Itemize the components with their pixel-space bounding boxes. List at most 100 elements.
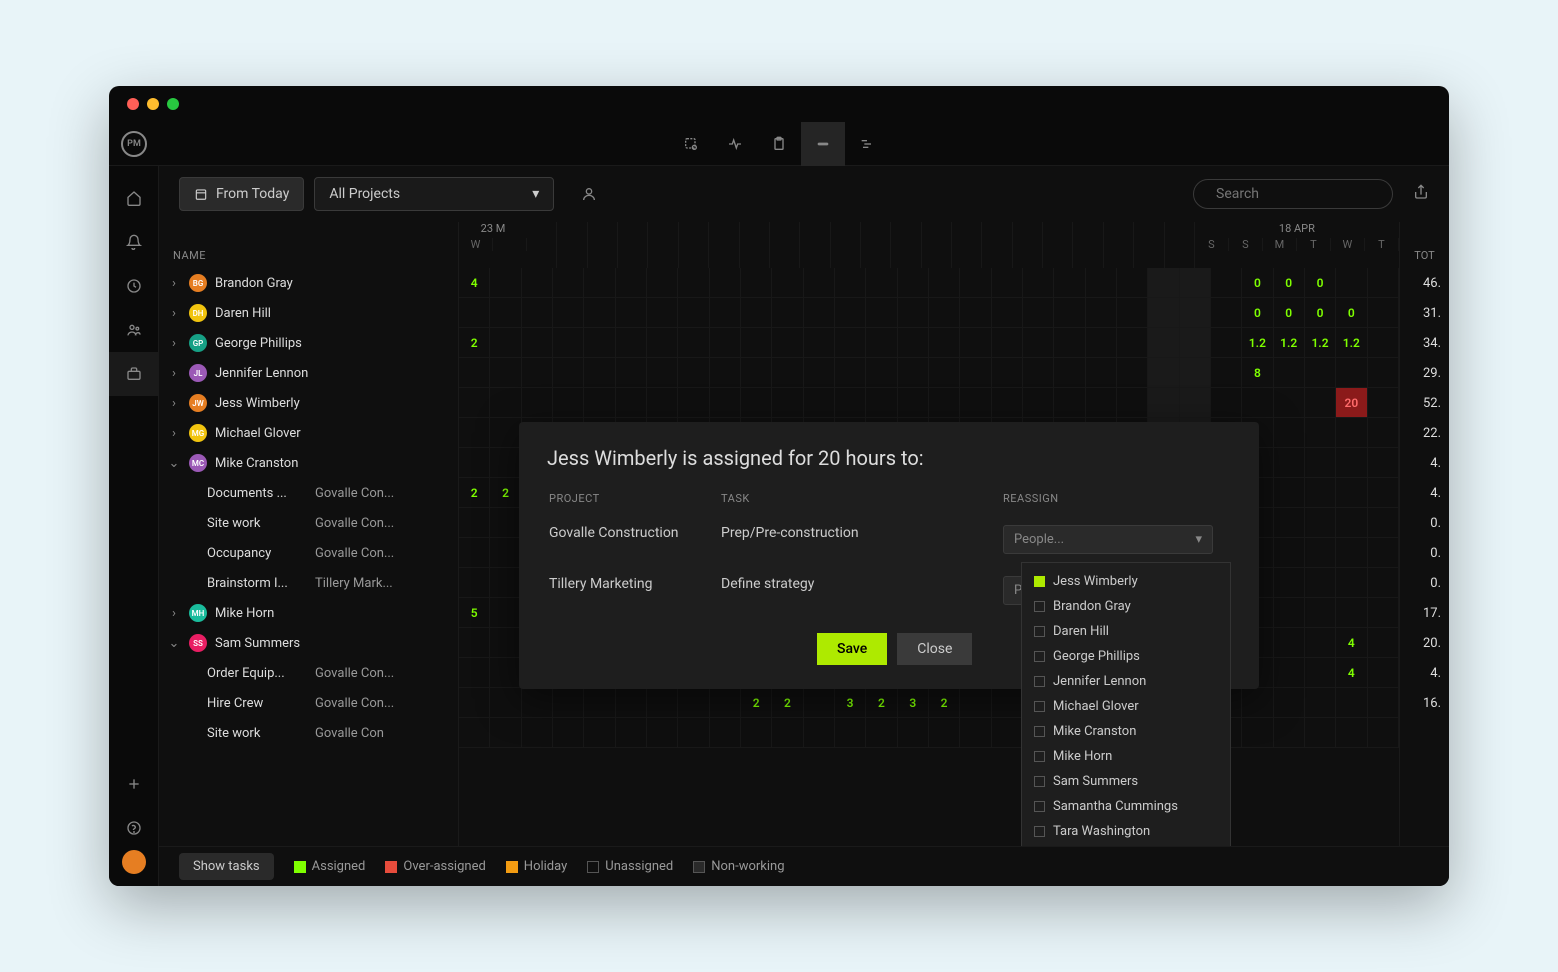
modal-task: Prep/Pre-construction (721, 515, 1001, 564)
person-name: Sam Summers (215, 636, 300, 651)
person-name: Daren Hill (215, 306, 271, 321)
modal-title: Jess Wimberly is assigned for 20 hours t… (547, 446, 1231, 470)
person-row[interactable]: ›GPGeorge Phillips (159, 328, 458, 358)
checkbox-icon (1034, 751, 1045, 762)
checkbox-icon (1034, 651, 1045, 662)
chevron-down-icon: ▾ (1195, 532, 1202, 547)
person-icon[interactable] (564, 172, 614, 216)
legend-over-assigned: Over-assigned (385, 859, 485, 874)
name-header: NAME (159, 222, 458, 268)
chevron-icon: ⌄ (167, 636, 181, 651)
top-toolbar: PM (109, 122, 1449, 166)
modal-project: Tillery Marketing (549, 566, 719, 615)
task-row[interactable]: Hire CrewGovalle Con... (159, 688, 458, 718)
view-toolbar: From Today All Projects ▾ (159, 166, 1449, 222)
chevron-icon: › (167, 366, 181, 381)
people-dropdown-menu: Jess WimberlyBrandon GrayDaren HillGeorg… (1021, 562, 1231, 846)
user-avatar[interactable] (122, 850, 146, 874)
people-option[interactable]: Mike Cranston (1022, 719, 1230, 744)
people-option[interactable]: Samantha Cummings (1022, 794, 1230, 819)
checkbox-icon (1034, 801, 1045, 812)
person-name: Jennifer Lennon (215, 366, 308, 381)
show-tasks-button[interactable]: Show tasks (179, 853, 274, 880)
task-row[interactable]: OccupancyGovalle Con... (159, 538, 458, 568)
home-icon[interactable] (109, 176, 159, 220)
person-row[interactable]: ›BGBrandon Gray (159, 268, 458, 298)
app-logo[interactable]: PM (109, 131, 159, 157)
modal-task: Define strategy (721, 566, 1001, 615)
people-option[interactable]: Daren Hill (1022, 619, 1230, 644)
minimize-window-icon[interactable] (147, 98, 159, 110)
save-button[interactable]: Save (817, 633, 887, 665)
close-window-icon[interactable] (127, 98, 139, 110)
chevron-icon: ⌄ (167, 456, 181, 471)
from-today-button[interactable]: From Today (179, 177, 304, 211)
checkbox-icon (1034, 601, 1045, 612)
person-name: George Phillips (215, 336, 302, 351)
legend-holiday: Holiday (506, 859, 567, 874)
close-button[interactable]: Close (897, 633, 972, 665)
titlebar (109, 86, 1449, 122)
person-name: Jess Wimberly (215, 396, 300, 411)
search-view-icon[interactable] (669, 122, 713, 166)
people-option[interactable]: Tara Washington (1022, 819, 1230, 844)
legend-unassigned: Unassigned (587, 859, 673, 874)
notifications-icon[interactable] (109, 220, 159, 264)
checkbox-icon (1034, 676, 1045, 687)
help-icon[interactable] (109, 806, 159, 850)
team-icon[interactable] (109, 308, 159, 352)
chevron-icon: › (167, 276, 181, 291)
person-name: Brandon Gray (215, 276, 293, 291)
person-name: Michael Glover (215, 426, 301, 441)
chevron-icon: › (167, 396, 181, 411)
task-row[interactable]: Site workGovalle Con (159, 718, 458, 748)
people-option[interactable]: George Phillips (1022, 644, 1230, 669)
person-row[interactable]: ›MHMike Horn (159, 598, 458, 628)
app-window: PM From Today (109, 86, 1449, 886)
add-icon[interactable] (109, 762, 159, 806)
person-row[interactable]: ›JLJennifer Lennon (159, 358, 458, 388)
legend-nonworking: Non-working (693, 859, 784, 874)
task-row[interactable]: Brainstorm I...Tillery Mark... (159, 568, 458, 598)
briefcase-icon[interactable] (109, 352, 159, 396)
reassign-modal: Jess Wimberly is assigned for 20 hours t… (519, 422, 1259, 689)
search-input[interactable] (1193, 179, 1393, 209)
gantt-icon[interactable] (845, 122, 889, 166)
chevron-icon: › (167, 336, 181, 351)
checkbox-icon (1034, 726, 1045, 737)
legend-assigned: Assigned (294, 859, 366, 874)
chevron-icon: › (167, 306, 181, 321)
reassign-select[interactable]: People...▾ (1003, 525, 1213, 554)
people-option[interactable]: Mike Horn (1022, 744, 1230, 769)
task-row[interactable]: Documents ...Govalle Con... (159, 478, 458, 508)
clipboard-icon[interactable] (757, 122, 801, 166)
left-nav (109, 166, 159, 886)
checkbox-icon (1034, 576, 1045, 587)
chevron-down-icon: ▾ (532, 186, 539, 202)
workload-icon[interactable] (801, 122, 845, 166)
checkbox-icon (1034, 826, 1045, 837)
person-name: Mike Horn (215, 606, 274, 621)
task-row[interactable]: Order Equip...Govalle Con... (159, 658, 458, 688)
people-option[interactable]: Brandon Gray (1022, 594, 1230, 619)
task-row[interactable]: Site workGovalle Con... (159, 508, 458, 538)
people-option[interactable]: Michael Glover (1022, 694, 1230, 719)
maximize-window-icon[interactable] (167, 98, 179, 110)
person-row[interactable]: ⌄SSSam Summers (159, 628, 458, 658)
person-row[interactable]: ⌄MCMike Cranston (159, 448, 458, 478)
modal-project: Govalle Construction (549, 515, 719, 564)
person-row[interactable]: ›DHDaren Hill (159, 298, 458, 328)
activity-icon[interactable] (713, 122, 757, 166)
total-column: TOT 46.31.34.29.52.22.4.4.0.0.0.17.20.4.… (1399, 222, 1449, 846)
recent-icon[interactable] (109, 264, 159, 308)
checkbox-icon (1034, 701, 1045, 712)
people-option[interactable]: Sam Summers (1022, 769, 1230, 794)
people-option[interactable]: Jess Wimberly (1022, 569, 1230, 594)
share-icon[interactable] (1413, 184, 1429, 204)
chevron-icon: › (167, 606, 181, 621)
person-name: Mike Cranston (215, 456, 298, 471)
people-option[interactable]: Jennifer Lennon (1022, 669, 1230, 694)
person-row[interactable]: ›MGMichael Glover (159, 418, 458, 448)
project-filter-dropdown[interactable]: All Projects ▾ (314, 177, 554, 211)
person-row[interactable]: ›JWJess Wimberly (159, 388, 458, 418)
